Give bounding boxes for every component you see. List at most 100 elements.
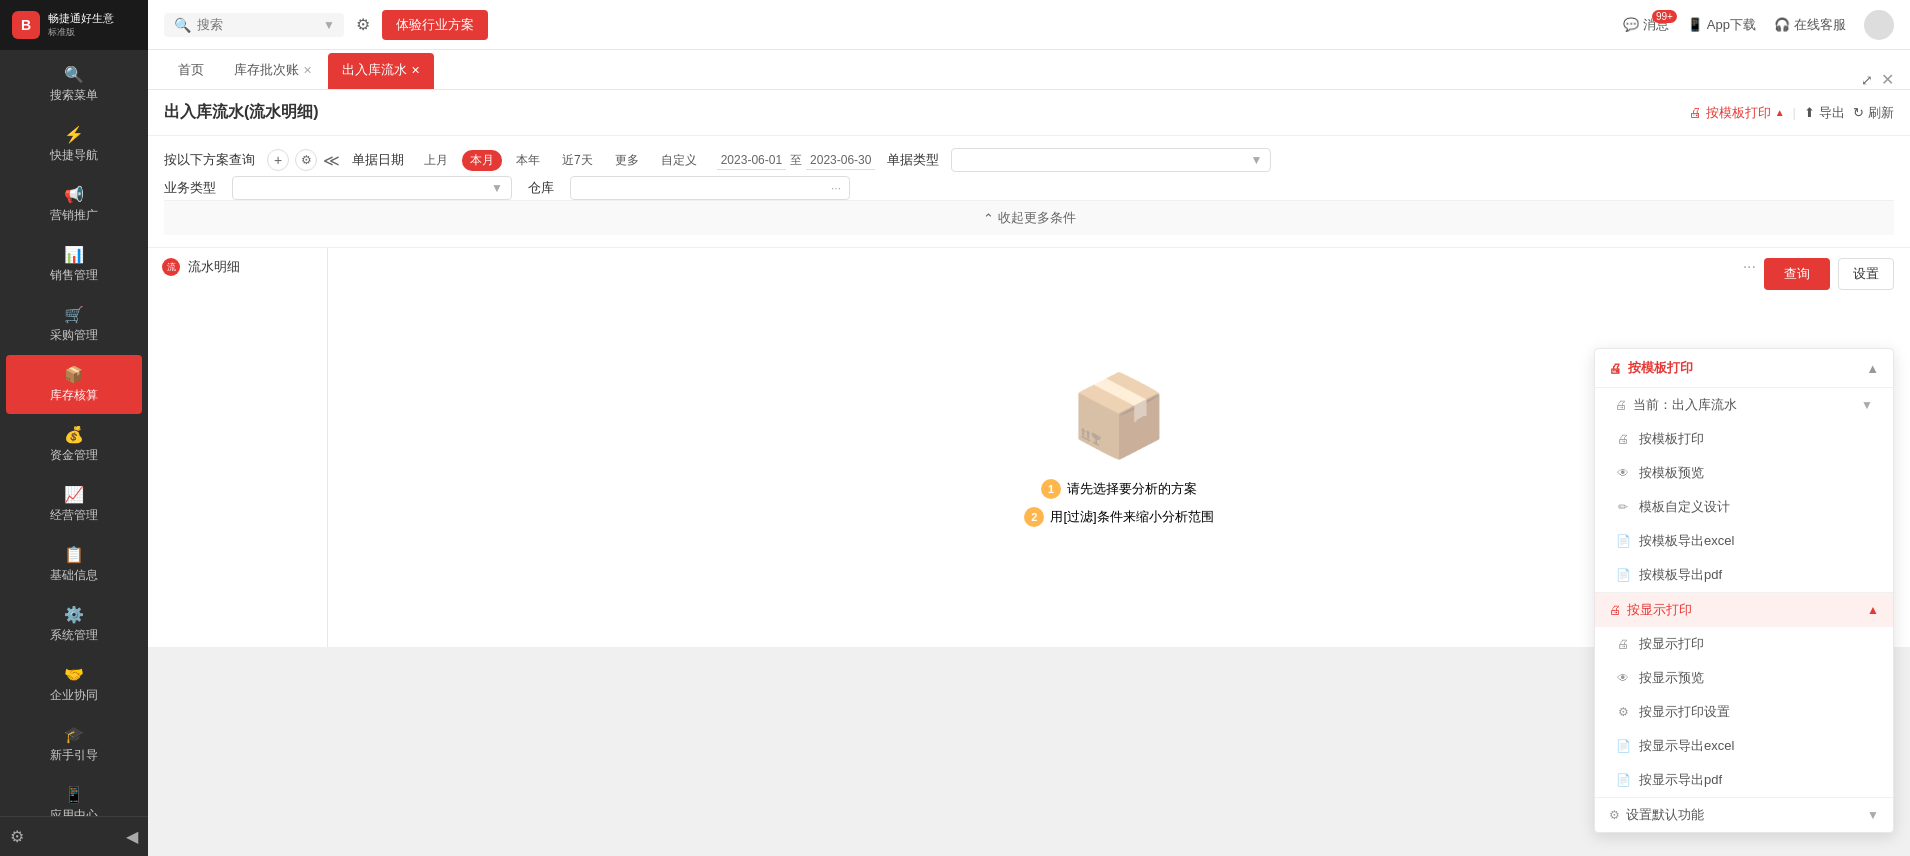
tab-inventory-batch[interactable]: 库存批次账 ✕ xyxy=(220,53,326,89)
current-chevron: ▼ xyxy=(1861,398,1873,412)
query-btn[interactable]: 查询 xyxy=(1764,258,1830,290)
trial-btn[interactable]: 体验行业方案 xyxy=(382,10,488,40)
date-to[interactable]: 2023-06-30 xyxy=(806,151,875,170)
dropdown-item-display-pdf[interactable]: 📄 按显示导出pdf xyxy=(1595,763,1893,797)
date-prev-month[interactable]: 上月 xyxy=(416,150,456,171)
template-print-btn[interactable]: 🖨 按模板打印 ▲ xyxy=(1689,104,1785,122)
collapse-label: 收起更多条件 xyxy=(998,209,1076,227)
headset-icon: 🎧 xyxy=(1774,17,1790,32)
sidebar-item-quick-nav[interactable]: ⚡ 快捷导航 xyxy=(6,115,142,174)
refresh-btn[interactable]: ↻ 刷新 xyxy=(1853,104,1894,122)
dropdown-item-display-settings[interactable]: ⚙ 按显示打印设置 xyxy=(1595,695,1893,729)
tab-maximize-icon[interactable]: ⤢ xyxy=(1861,72,1873,88)
date-current-year[interactable]: 本年 xyxy=(508,150,548,171)
warehouse-select[interactable]: ··· xyxy=(570,176,850,200)
tab-inventory-batch-close[interactable]: ✕ xyxy=(303,64,312,77)
sidebar-item-system[interactable]: ⚙️ 系统管理 xyxy=(6,595,142,654)
date-last-7-days[interactable]: 近7天 xyxy=(554,150,601,171)
search-dropdown-icon[interactable]: ▼ xyxy=(323,18,335,32)
sidebar-item-sales[interactable]: 📊 销售管理 xyxy=(6,235,142,294)
dropdown-item-template-print[interactable]: 🖨 按模板打印 xyxy=(1595,422,1893,456)
more-options-icon[interactable]: ··· xyxy=(1743,258,1756,290)
dropdown-item-template-custom[interactable]: ✏ 模板自定义设计 xyxy=(1595,490,1893,524)
flow-detail-label: 流水明细 xyxy=(188,258,240,276)
sidebar-item-cooperation[interactable]: 🤝 企业协同 xyxy=(6,655,142,714)
header-gear-icon[interactable]: ⚙ xyxy=(356,15,370,34)
sidebar-item-purchase[interactable]: 🛒 采购管理 xyxy=(6,295,142,354)
right-content: ··· 查询 设置 📦 1 请先选择要分析的方案 2 用[过滤]条件 xyxy=(328,248,1910,647)
dropdown-footer[interactable]: ⚙ 设置默认功能 ▼ xyxy=(1595,797,1893,832)
settings-btn[interactable]: 设置 xyxy=(1838,258,1894,290)
date-more[interactable]: 更多 xyxy=(607,150,647,171)
biz-type-select[interactable]: ▼ xyxy=(232,176,512,200)
filter-row-2: 业务类型 ▼ 仓库 ··· xyxy=(164,176,1894,200)
date-custom[interactable]: 自定义 xyxy=(653,150,705,171)
dropdown-collapse-btn[interactable]: ▲ xyxy=(1866,361,1879,376)
dropdown-item-template-pdf[interactable]: 📄 按模板导出pdf xyxy=(1595,558,1893,592)
export-btn[interactable]: ⬆ 导出 xyxy=(1804,104,1845,122)
tab-close-icon[interactable]: ✕ xyxy=(1881,70,1894,89)
dropdown-current-item[interactable]: 🖨 当前：出入库流水 ▼ xyxy=(1595,388,1893,422)
default-func-icon: ⚙ xyxy=(1609,808,1620,822)
date-from[interactable]: 2023-06-01 xyxy=(717,151,786,170)
dropdown-item-display-print[interactable]: 🖨 按显示打印 xyxy=(1595,627,1893,661)
sidebar-item-search[interactable]: 🔍 搜索菜单 xyxy=(6,55,142,114)
dropdown-item-display-excel[interactable]: 📄 按显示导出excel xyxy=(1595,729,1893,763)
flow-detail-badge: 流 xyxy=(162,258,180,276)
sidebar-settings-icon[interactable]: ⚙ xyxy=(10,827,24,846)
filter-settings-btn[interactable]: ⚙ xyxy=(295,149,317,171)
search-icon: 🔍 xyxy=(64,65,84,84)
biz-type-dropdown-icon: ▼ xyxy=(491,181,503,195)
sidebar-item-guide[interactable]: 🎓 新手引导 xyxy=(6,715,142,774)
search-input[interactable] xyxy=(197,17,317,32)
sidebar-item-quick-nav-label: 快捷导航 xyxy=(50,147,98,164)
quick-nav-icon: ⚡ xyxy=(64,125,84,144)
current-icon: 🖨 xyxy=(1615,398,1627,412)
warehouse-label: 仓库 xyxy=(528,179,554,197)
date-current-month[interactable]: 本月 xyxy=(462,150,502,171)
dropdown-item-template-preview[interactable]: 👁 按模板预览 xyxy=(1595,456,1893,490)
dropdown-item-display-preview[interactable]: 👁 按显示预览 xyxy=(1595,661,1893,695)
sidebar-item-finance[interactable]: 💰 资金管理 xyxy=(6,415,142,474)
page-actions: 🖨 按模板打印 ▲ | ⬆ 导出 ↻ 刷新 xyxy=(1689,104,1894,122)
section2-collapse-icon: ▲ xyxy=(1867,603,1879,617)
sidebar-item-finance-label: 资金管理 xyxy=(50,447,98,464)
filter-add-btn[interactable]: + xyxy=(267,149,289,171)
sidebar-item-basic[interactable]: 📋 基础信息 xyxy=(6,535,142,594)
dropdown-section2-header[interactable]: 🖨 按显示打印 ▲ xyxy=(1595,593,1893,627)
page-wrapper: 出入库流水(流水明细) 🖨 按模板打印 ▲ | ⬆ 导出 ↻ 刷新 xyxy=(148,90,1910,647)
app-download-btn[interactable]: 📱 App下载 xyxy=(1687,16,1756,34)
voucher-type-select[interactable]: ▼ xyxy=(951,148,1271,172)
dropdown-item-template-excel[interactable]: 📄 按模板导出excel xyxy=(1595,524,1893,558)
sidebar-item-inventory[interactable]: 📦 库存核算 xyxy=(6,355,142,414)
printer-icon: 🖨 xyxy=(1689,105,1702,120)
message-icon: 💬 xyxy=(1623,17,1639,32)
basic-icon: 📋 xyxy=(64,545,84,564)
template-pdf-item-icon: 📄 xyxy=(1615,567,1631,583)
filter-collapse-chevron[interactable]: ≪ xyxy=(323,151,340,170)
sidebar-item-app-center-label: 应用中心 xyxy=(50,807,98,816)
online-service-btn[interactable]: 🎧 在线客服 xyxy=(1774,16,1846,34)
sidebar-item-operation[interactable]: 📈 经营管理 xyxy=(6,475,142,534)
tabs-bar: 首页 库存批次账 ✕ 出入库流水 ✕ ⤢ ✕ xyxy=(148,50,1910,90)
tab-flow[interactable]: 出入库流水 ✕ xyxy=(328,53,434,89)
collapse-conditions-btn[interactable]: ⌃ 收起更多条件 xyxy=(164,200,1894,235)
search-icon: 🔍 xyxy=(174,17,191,33)
avatar[interactable] xyxy=(1864,10,1894,40)
left-panel-flow-detail[interactable]: 流 流水明细 xyxy=(148,248,327,286)
tab-home[interactable]: 首页 xyxy=(164,53,218,89)
sidebar-item-marketing[interactable]: 📢 营销推广 xyxy=(6,175,142,234)
sidebar-item-app-center[interactable]: 📱 应用中心 xyxy=(6,775,142,816)
message-btn[interactable]: 💬 消息 99+ xyxy=(1623,16,1669,34)
date-label: 单据日期 xyxy=(352,151,404,169)
filter-row-1: 按以下方案查询 + ⚙ ≪ 单据日期 上月 本月 本年 近7天 更多 自定义 xyxy=(164,148,1894,172)
display-settings-item-icon: ⚙ xyxy=(1615,704,1631,720)
hint-text-2: 用[过滤]条件来缩小分析范围 xyxy=(1050,508,1213,526)
sidebar-item-basic-label: 基础信息 xyxy=(50,567,98,584)
tab-flow-close[interactable]: ✕ xyxy=(411,64,420,77)
template-excel-item-icon: 📄 xyxy=(1615,533,1631,549)
date-shortcuts: 上月 本月 本年 近7天 更多 自定义 xyxy=(416,150,705,171)
page-title: 出入库流水(流水明细) xyxy=(164,102,319,123)
display-preview-item-icon: 👁 xyxy=(1615,670,1631,686)
sidebar-collapse-icon[interactable]: ◀ xyxy=(126,827,138,846)
